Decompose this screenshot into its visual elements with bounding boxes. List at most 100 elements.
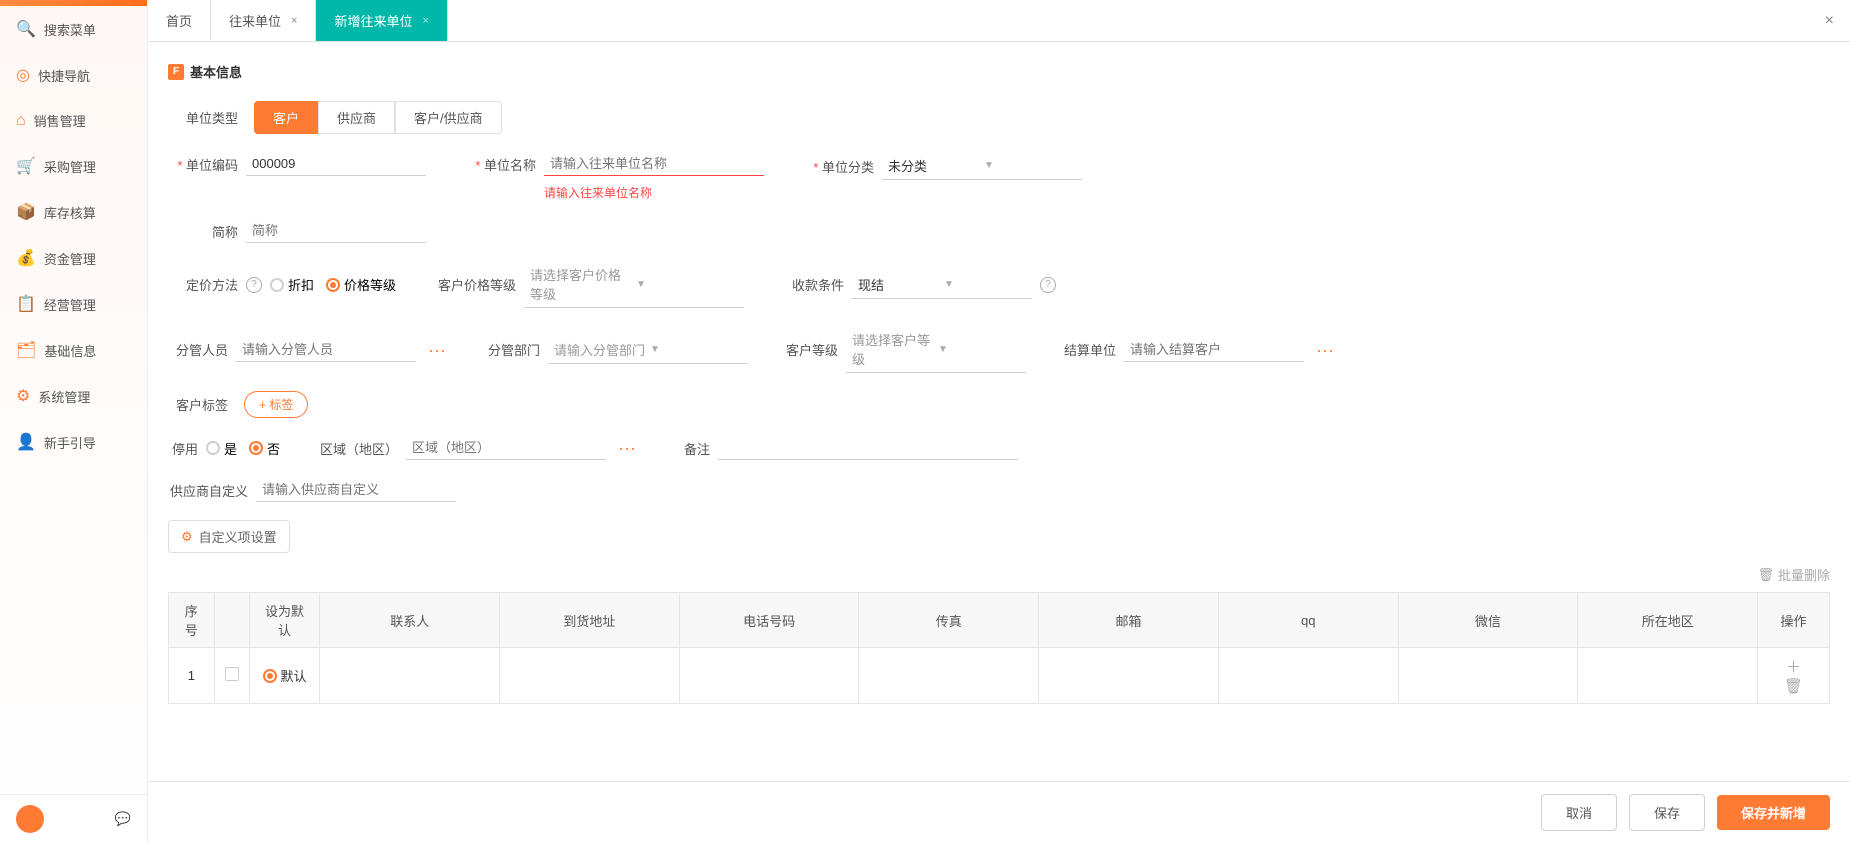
disable-radio-yes[interactable]: 是 [206, 439, 237, 458]
address-input[interactable] [510, 668, 669, 683]
table-row: 1 默认 [169, 648, 1830, 704]
pricing-label: 定价方法 [168, 275, 238, 294]
sidebar-item-quicknav[interactable]: ◎ 快捷导航 [0, 52, 147, 98]
region-table-input[interactable] [1588, 668, 1747, 683]
code-name-category-row: * 单位编码 * 单位名称 请输入往来单位名称 * 单位分类 未分类 ▼ [168, 152, 1830, 201]
save-button[interactable]: 保存 [1629, 794, 1705, 831]
remark-input[interactable] [718, 436, 1018, 460]
cell-qq[interactable] [1218, 648, 1398, 704]
tab-new-partner[interactable]: 新增往来单位 × [316, 0, 447, 41]
unit-btn-customer[interactable]: 客户 [254, 101, 318, 134]
sidebar-item-guide[interactable]: 👤 新手引导 [0, 419, 147, 465]
tags-row: 客户标签 + 标签 [168, 391, 1830, 418]
default-radio-circle [263, 669, 277, 683]
pricing-radio-discount[interactable]: 折扣 [270, 275, 314, 294]
customer-price-select[interactable]: 请选择客户价格等级 ▼ [524, 261, 744, 308]
pricing-group: 定价方法 ? 折扣 价格等级 [168, 275, 396, 294]
name-label: * 单位名称 [466, 155, 536, 174]
manager-input[interactable] [236, 338, 416, 362]
window-close-button[interactable]: × [1809, 0, 1850, 41]
sidebar-item-operations[interactable]: 📋 经营管理 [0, 281, 147, 327]
row-checkbox[interactable] [225, 667, 239, 681]
payment-select[interactable]: 现结 ▼ [852, 271, 1032, 299]
sidebar-item-system[interactable]: ⚙ 系统管理 [0, 373, 147, 419]
sidebar-item-basic[interactable]: 🗂 基础信息 [0, 327, 147, 373]
name-input[interactable] [544, 152, 764, 176]
batch-delete-button[interactable]: 🗑 批量删除 [1757, 565, 1830, 584]
tab-partners-close[interactable]: × [291, 15, 297, 27]
level-radio-circle [326, 278, 340, 292]
unit-type-label: 单位类型 [168, 108, 238, 127]
cell-fax[interactable] [859, 648, 1039, 704]
sidebar-item-inventory[interactable]: 📦 库存核算 [0, 189, 147, 235]
cell-email[interactable] [1039, 648, 1219, 704]
dept-select[interactable]: 请输入分管部门 ▼ [548, 336, 748, 364]
custom-settings-button[interactable]: ⚙ 自定义项设置 [168, 520, 290, 553]
customer-price-label: 客户价格等级 [436, 275, 516, 294]
cell-phone[interactable] [679, 648, 859, 704]
region-group: 区域（地区） ··· [320, 436, 640, 460]
pricing-info-icon[interactable]: ? [246, 277, 262, 293]
cell-region[interactable] [1578, 648, 1758, 704]
default-radio[interactable]: 默认 [260, 666, 310, 685]
phone-input[interactable] [690, 668, 849, 683]
dept-group: 分管部门 请输入分管部门 ▼ [480, 336, 748, 364]
unit-type-row: 单位类型 客户 供应商 客户/供应商 [168, 101, 1830, 134]
discount-radio-circle [270, 278, 284, 292]
supplier-custom-row: 供应商自定义 [168, 478, 1830, 502]
operations-icon: 📋 [16, 294, 36, 314]
row-delete-btn[interactable]: 🗑 [1780, 678, 1807, 695]
tab-partners[interactable]: 往来单位 × [211, 0, 316, 41]
save-new-button[interactable]: 保存并新增 [1717, 795, 1830, 830]
payment-info-icon[interactable]: ? [1040, 277, 1056, 293]
col-checkbox [214, 593, 249, 648]
abbr-input[interactable] [246, 219, 426, 243]
tab-new-partner-close[interactable]: × [422, 15, 428, 27]
cell-default: 默认 [249, 648, 320, 704]
tag-label: 客户标签 [168, 395, 228, 414]
sidebar-item-finance[interactable]: 💰 资金管理 [0, 235, 147, 281]
level-select[interactable]: 请选择客户等级 ▼ [846, 326, 1026, 373]
email-input[interactable] [1049, 668, 1208, 683]
unit-btn-both[interactable]: 客户/供应商 [395, 101, 502, 134]
customer-price-arrow-icon: ▼ [636, 279, 738, 290]
settlement-more-btn[interactable]: ··· [1312, 341, 1338, 359]
gear-icon: ⚙ [181, 529, 193, 545]
disable-yes-circle [206, 441, 220, 455]
sidebar-item-sales[interactable]: ⌂ 销售管理 [0, 98, 147, 143]
region-more-btn[interactable]: ··· [614, 439, 640, 457]
settlement-input[interactable] [1124, 338, 1304, 362]
supplier-custom-input[interactable] [256, 478, 456, 502]
unit-type-buttons: 客户 供应商 客户/供应商 [254, 101, 502, 134]
cancel-button[interactable]: 取消 [1541, 794, 1617, 831]
fax-input[interactable] [869, 668, 1028, 683]
basic-icon: 🗂 [16, 340, 36, 360]
add-tag-button[interactable]: + 标签 [244, 391, 308, 418]
pricing-radio-level[interactable]: 价格等级 [326, 275, 396, 294]
supplier-custom-label: 供应商自定义 [168, 481, 248, 500]
unit-btn-supplier[interactable]: 供应商 [318, 101, 395, 134]
wechat-input[interactable] [1409, 668, 1568, 683]
section-title: F 基本信息 [168, 62, 1830, 81]
manager-more-btn[interactable]: ··· [424, 341, 450, 359]
region-input[interactable] [406, 436, 606, 460]
settlement-label: 结算单位 [1056, 340, 1116, 359]
row-add-btn[interactable]: ＋ [1782, 659, 1805, 676]
sidebar-item-purchase[interactable]: 🛒 采购管理 [0, 143, 147, 189]
cell-contact[interactable] [320, 648, 500, 704]
cell-address[interactable] [500, 648, 680, 704]
cell-wechat[interactable] [1398, 648, 1578, 704]
category-select[interactable]: 未分类 ▼ [882, 152, 1082, 180]
abbr-row: 简称 [168, 219, 1830, 243]
abbr-group: 简称 [168, 219, 426, 243]
bottom-bar: 取消 保存 保存并新增 [148, 781, 1850, 843]
settlement-group: 结算单位 ··· [1056, 338, 1338, 362]
code-input[interactable] [246, 152, 426, 176]
sidebar-item-search[interactable]: 🔍 搜索菜单 [0, 6, 147, 52]
tab-home[interactable]: 首页 [148, 0, 211, 41]
qq-input[interactable] [1229, 668, 1388, 683]
disable-radio-no[interactable]: 否 [249, 439, 280, 458]
col-phone: 电话号码 [679, 593, 859, 648]
col-address: 到货地址 [500, 593, 680, 648]
contact-input[interactable] [330, 668, 489, 683]
